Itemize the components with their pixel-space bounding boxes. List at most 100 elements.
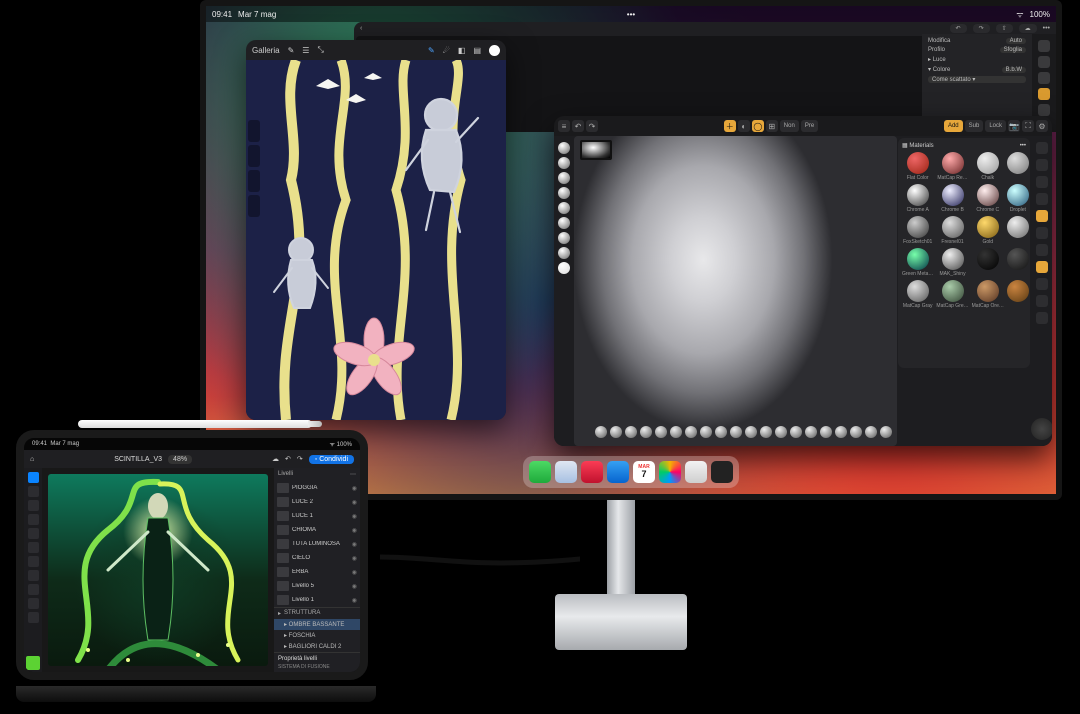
material-swatch[interactable]: Chrome B <box>936 184 968 213</box>
photoshop-layers-panel[interactable]: Livelli⋯ PIOGGIA◉LUCE 2◉LUCE 1◉CHIOMA◉TU… <box>274 468 360 672</box>
layer-row[interactable]: CIELO◉ <box>274 551 360 565</box>
dock-app-files[interactable] <box>685 461 707 483</box>
eraser-icon[interactable]: ◧ <box>458 46 466 55</box>
material-swatch[interactable]: Green Meta… <box>902 248 933 277</box>
more-icon[interactable]: ••• <box>1043 25 1050 32</box>
photoshop-canvas[interactable] <box>42 468 274 672</box>
menu-icon[interactable]: ≡ <box>558 120 570 132</box>
camera-icon[interactable]: 📷 <box>1008 120 1020 132</box>
sculpt-reference-thumb[interactable] <box>580 140 612 160</box>
adjust-icon[interactable]: ✎ <box>288 46 295 55</box>
material-swatch[interactable]: Gold <box>972 216 1004 245</box>
layers-options-icon[interactable]: ⋯ <box>350 471 356 478</box>
procreate-window[interactable]: Galleria ✎ ☰ ⤡ ✎ ☄︎ ◧ ▤ <box>246 40 506 420</box>
dock-app-calendar[interactable]: MAR7 <box>633 461 655 483</box>
nav-cube-icon[interactable] <box>1031 418 1052 440</box>
auto-button[interactable]: Auto <box>1006 38 1026 44</box>
mode-lock[interactable]: Lock <box>985 120 1006 132</box>
wire-icon[interactable]: ⊞ <box>766 120 778 132</box>
dock-app-safari[interactable] <box>555 461 577 483</box>
undo-icon[interactable]: ↶ <box>950 24 967 33</box>
mask-icon[interactable] <box>1038 88 1050 100</box>
back-icon[interactable]: ‹ <box>360 25 362 32</box>
share-button[interactable]: ◦ Condividi <box>309 455 354 464</box>
material-swatch[interactable]: FoxSketch01 <box>902 216 933 245</box>
menubar-handle[interactable]: ••• <box>627 10 635 19</box>
material-swatch[interactable]: Droplet <box>1007 184 1029 213</box>
material-swatch[interactable]: MAK_Shiny <box>936 248 968 277</box>
material-swatch[interactable]: MatCap Gray <box>902 280 933 309</box>
move-tool-icon[interactable] <box>28 472 39 483</box>
redo-icon[interactable]: ↷ <box>586 120 598 132</box>
material-swatch[interactable] <box>1007 248 1029 277</box>
material-swatch[interactable]: Chrome A <box>902 184 933 213</box>
wb-button[interactable]: B.b.W <box>1002 67 1026 73</box>
layer-row[interactable]: TUTA LUMINOSA◉ <box>274 537 360 551</box>
mask-icon[interactable]: ◯ <box>752 120 764 132</box>
dock-app-other[interactable] <box>711 461 733 483</box>
layer-row[interactable]: CHIOMA◉ <box>274 523 360 537</box>
home-icon[interactable]: ⌂ <box>30 456 34 463</box>
select-icon[interactable]: ☰ <box>302 46 309 55</box>
material-swatch[interactable]: MatCap Ore… <box>972 280 1004 309</box>
adjust-icon[interactable] <box>1038 56 1050 68</box>
dock-app-photos[interactable] <box>659 461 681 483</box>
sculpt-viewport[interactable] <box>574 136 897 446</box>
material-swatch[interactable]: Chrome C <box>972 184 1004 213</box>
layer-row[interactable]: PIOGGIA◉ <box>274 481 360 495</box>
material-swatch[interactable] <box>1007 152 1029 181</box>
zoom-indicator[interactable]: 48% <box>168 455 192 464</box>
sculpt-brush-tray[interactable] <box>614 424 872 440</box>
undo-icon[interactable]: ↶ <box>285 455 291 463</box>
photoshop-toolbar[interactable] <box>24 468 42 672</box>
layer-row[interactable]: Livello 5◉ <box>274 579 360 593</box>
layer-group-row[interactable]: ▸ FOSCHIA <box>274 630 360 641</box>
color-section[interactable]: Colore <box>933 67 951 73</box>
symmetry-icon[interactable]: ◐ <box>738 120 750 132</box>
cloud-icon[interactable]: ☁︎ <box>1019 24 1037 33</box>
crop-icon[interactable] <box>1038 40 1050 52</box>
as-shot-dropdown[interactable]: Come scattato ▾ <box>928 76 1026 83</box>
color-picker[interactable] <box>489 45 500 56</box>
gallery-button[interactable]: Galleria <box>252 46 280 55</box>
mode-add[interactable]: Add <box>944 120 963 132</box>
smudge-icon[interactable]: ☄︎ <box>443 46 450 55</box>
share-icon[interactable]: ⇧ <box>996 24 1013 33</box>
layer-row[interactable]: LUCE 1◉ <box>274 509 360 523</box>
material-swatch[interactable]: MatCap Gre… <box>936 280 968 309</box>
mode-non[interactable]: Non <box>780 120 799 132</box>
material-swatch[interactable]: MatCap Re… <box>936 152 968 181</box>
undo-icon[interactable]: ↶ <box>572 120 584 132</box>
layer-row[interactable]: ERBA◉ <box>274 565 360 579</box>
material-swatch[interactable] <box>1007 216 1029 245</box>
layers-icon[interactable]: ▤ <box>473 46 481 55</box>
dock-app-messages[interactable] <box>529 461 551 483</box>
dock-app-mail[interactable] <box>607 461 629 483</box>
procreate-side-sliders[interactable] <box>248 120 260 217</box>
material-swatch[interactable] <box>1007 280 1029 309</box>
materials-more-icon[interactable]: ••• <box>1020 143 1026 149</box>
foreground-color-swatch[interactable] <box>26 656 40 670</box>
blend-section[interactable]: SISTEMA DI FUSIONE <box>278 664 356 670</box>
redo-icon[interactable]: ↷ <box>973 24 990 33</box>
material-swatch[interactable]: Chalk <box>972 152 1004 181</box>
material-swatch[interactable]: Fresnel01 <box>936 216 968 245</box>
redo-icon[interactable]: ↷ <box>297 455 303 463</box>
dock-app-music[interactable] <box>581 461 603 483</box>
mode-sub[interactable]: Sub <box>965 120 984 132</box>
layer-group-row[interactable]: ▸ OMBRE BASSANTE <box>274 619 360 630</box>
layer-row[interactable]: LUCE 2◉ <box>274 495 360 509</box>
browse-button[interactable]: Sfoglia <box>1000 47 1026 53</box>
sculpt-window[interactable]: ≡ ↶ ↷ ＋ ◐ ◯ ⊞ Non Pre Add Sub Lock 📷 ⛶ ⚙ <box>554 116 1052 446</box>
mode-pre[interactable]: Pre <box>801 120 818 132</box>
group-header[interactable]: STRUTTURA <box>284 610 320 617</box>
procreate-canvas[interactable] <box>246 60 506 420</box>
settings-icon[interactable]: ⚙ <box>1036 120 1048 132</box>
brush-icon[interactable]: ✎ <box>428 46 435 55</box>
material-swatch[interactable] <box>972 248 1004 277</box>
materials-panel[interactable]: ▦ Materials ••• Flat ColorMatCap Re…Chal… <box>898 138 1030 368</box>
layer-row[interactable]: Livello 1◉ <box>274 593 360 607</box>
presets-icon[interactable] <box>1038 104 1050 116</box>
sculpt-right-tools[interactable] <box>1032 136 1052 446</box>
transform-icon[interactable]: ⤡ <box>317 45 323 55</box>
